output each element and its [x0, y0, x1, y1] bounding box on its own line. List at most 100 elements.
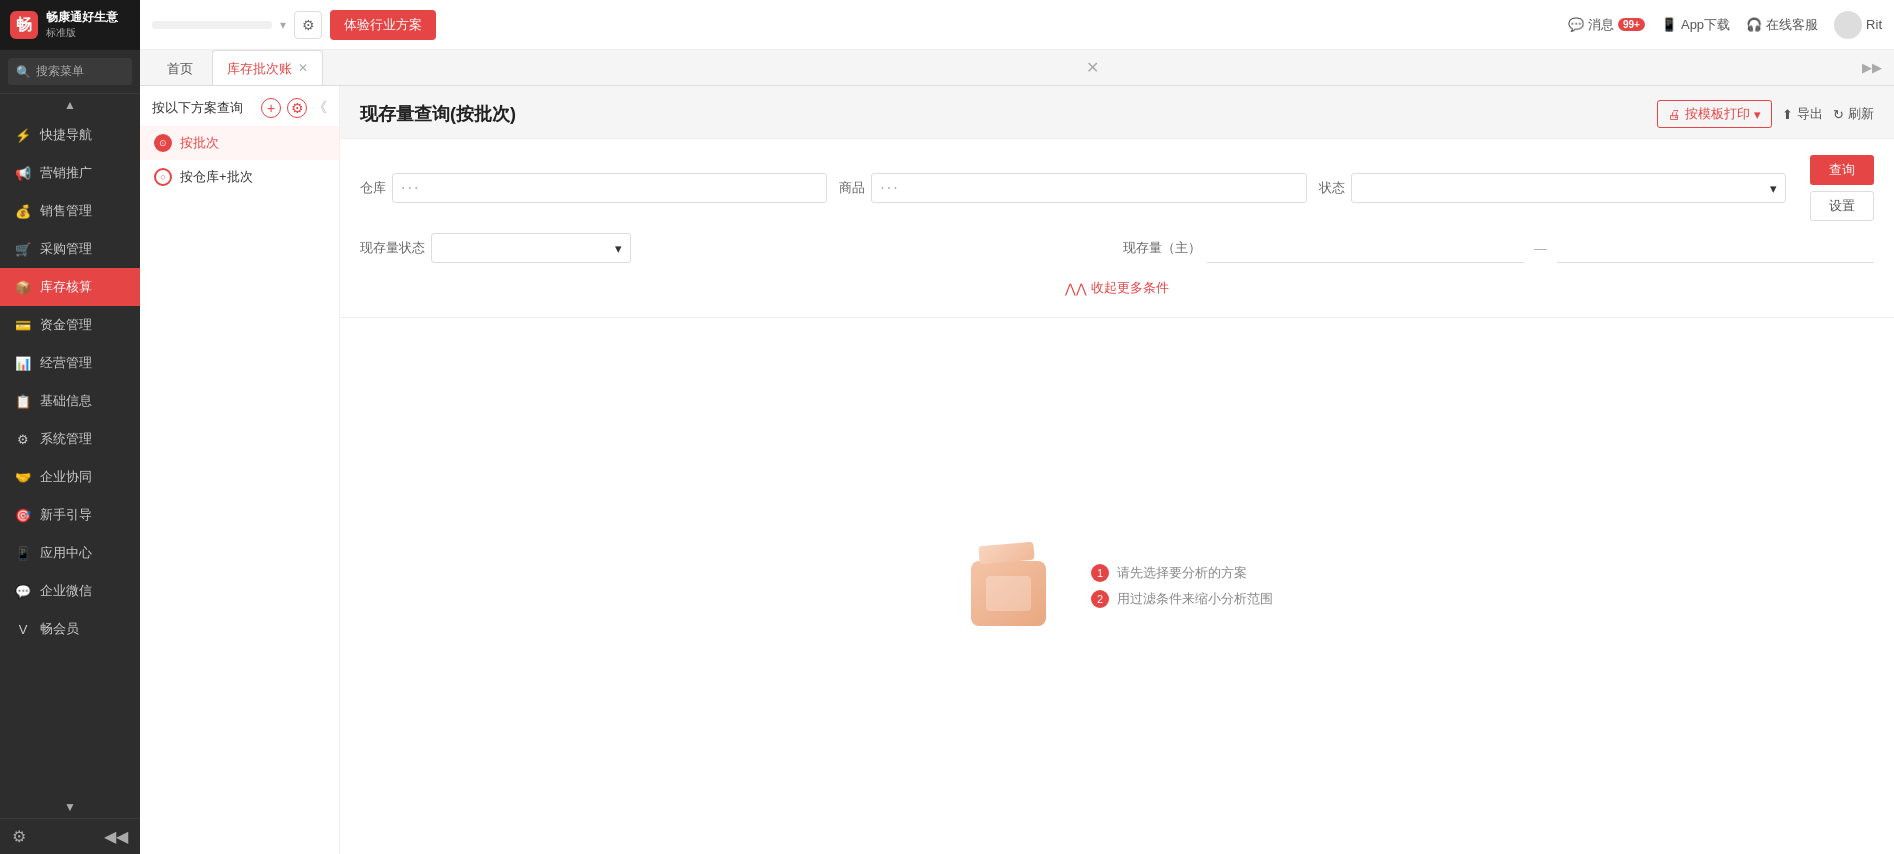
- left-panel-actions: + ⚙ 《: [261, 98, 327, 118]
- stock-status-select[interactable]: ▾: [431, 233, 631, 263]
- status-label: 状态: [1319, 179, 1345, 197]
- guide-icon: 🎯: [14, 506, 32, 524]
- collapse-up-icon: ⋀⋀: [1065, 281, 1087, 296]
- hint-text-1: 请先选择要分析的方案: [1117, 564, 1247, 582]
- sales-icon: 💰: [14, 202, 32, 220]
- trial-btn[interactable]: 体验行业方案: [330, 10, 436, 40]
- settings-button[interactable]: ⚙: [12, 827, 26, 846]
- sidebar: 畅 畅康通好生意 标准版 🔍 搜索菜单 ▲ ⚡ 快捷导航 📢 营销推广 💰 销售…: [0, 0, 140, 854]
- empty-hint-1: 1 请先选择要分析的方案: [1091, 564, 1273, 582]
- tab-inventory-batch[interactable]: 库存批次账 ✕: [212, 50, 323, 85]
- product-input[interactable]: ···: [871, 173, 1306, 203]
- column-settings-button[interactable]: 设置: [1810, 191, 1874, 221]
- sidebar-item-inventory[interactable]: 📦 库存核算: [0, 268, 140, 306]
- scroll-down-button[interactable]: ▼: [0, 796, 140, 818]
- online-service-button[interactable]: 🎧 在线客服: [1746, 16, 1818, 34]
- sidebar-item-guide[interactable]: 🎯 新手引导: [0, 496, 140, 534]
- left-panel-header: 按以下方案查询 + ⚙ 《: [140, 98, 339, 126]
- print-button[interactable]: 🖨 按模板打印 ▾: [1657, 100, 1772, 128]
- stock-qty-separator: —: [1530, 241, 1551, 256]
- stock-status-dropdown-icon: ▾: [615, 241, 622, 256]
- sidebar-header: 畅 畅康通好生意 标准版: [0, 0, 140, 50]
- page-title: 现存量查询(按批次): [360, 102, 516, 126]
- content-area: 按以下方案查询 + ⚙ 《 ⊙ 按批次 ○ 按仓库+批次 现存量查询(按批次): [140, 86, 1894, 854]
- wechat-icon: 💬: [14, 582, 32, 600]
- product-placeholder: ···: [880, 179, 899, 197]
- basic-icon: 📋: [14, 392, 32, 410]
- enterprise-icon: 🤝: [14, 468, 32, 486]
- tab-close-button[interactable]: ✕: [298, 62, 308, 74]
- add-scheme-button[interactable]: +: [261, 98, 281, 118]
- message-icon: 💬: [1568, 17, 1584, 32]
- export-icon: ⬆: [1782, 107, 1793, 122]
- tab-home[interactable]: 首页: [152, 50, 208, 85]
- left-panel: 按以下方案查询 + ⚙ 《 ⊙ 按批次 ○ 按仓库+批次: [140, 86, 340, 854]
- sidebar-nav: ⚡ 快捷导航 📢 营销推广 💰 销售管理 🛒 采购管理 📦 库存核算 💳 资金管…: [0, 116, 140, 796]
- sidebar-item-system[interactable]: ⚙ 系统管理: [0, 420, 140, 458]
- breadcrumb: [152, 21, 272, 29]
- app-center-icon: 📱: [14, 544, 32, 562]
- sidebar-item-wechat[interactable]: 💬 企业微信: [0, 572, 140, 610]
- warehouse-label: 仓库: [360, 179, 386, 197]
- warehouse-placeholder: ···: [401, 179, 420, 197]
- topbar: ▾ ⚙ 体验行业方案 💬 消息 99+ 📱 App下载 🎧 在线客服 Rit: [140, 0, 1894, 50]
- export-button[interactable]: ⬆ 导出: [1782, 105, 1823, 123]
- scheme-settings-button[interactable]: ⚙: [287, 98, 307, 118]
- app-download-button[interactable]: 📱 App下载: [1661, 16, 1730, 34]
- collapse-more-button[interactable]: ⋀⋀ 收起更多条件: [360, 275, 1874, 301]
- app-logo: 畅: [10, 11, 38, 39]
- stock-qty-min-input[interactable]: [1207, 233, 1524, 263]
- sidebar-item-app-center[interactable]: 📱 应用中心: [0, 534, 140, 572]
- sidebar-item-member[interactable]: V 畅会员: [0, 610, 140, 648]
- inventory-icon: 📦: [14, 278, 32, 296]
- product-label: 商品: [839, 179, 865, 197]
- app-title-wrap: 畅康通好生意 标准版: [46, 10, 118, 40]
- tab-panel-expand-button[interactable]: ▶▶: [1862, 60, 1882, 75]
- tab-panel-close-button[interactable]: ✕: [1086, 58, 1099, 77]
- filter-row-2: 现存量状态 ▾ 现存量（主） —: [360, 233, 1874, 263]
- stock-qty-max-input[interactable]: [1557, 233, 1874, 263]
- system-icon: ⚙: [14, 430, 32, 448]
- sidebar-item-finance[interactable]: 💳 资金管理: [0, 306, 140, 344]
- app-subtitle: 标准版: [46, 26, 118, 40]
- refresh-button[interactable]: ↻ 刷新: [1833, 105, 1874, 123]
- sidebar-footer: ⚙ ◀◀: [0, 818, 140, 854]
- status-dropdown-icon: ▾: [1770, 181, 1777, 196]
- collapse-sidebar-button[interactable]: ◀◀: [104, 827, 128, 846]
- status-select[interactable]: ▾: [1351, 173, 1786, 203]
- purchase-icon: 🛒: [14, 240, 32, 258]
- quick-nav-icon: ⚡: [14, 126, 32, 144]
- hint-num-2: 2: [1091, 590, 1109, 608]
- sidebar-item-enterprise[interactable]: 🤝 企业协同: [0, 458, 140, 496]
- settings-gear-button[interactable]: ⚙: [294, 11, 322, 39]
- search-menu-button[interactable]: 🔍 搜索菜单: [8, 58, 132, 85]
- stock-status-label: 现存量状态: [360, 239, 425, 257]
- action-btns: 查询 设置: [1798, 155, 1874, 221]
- scheme-item-batch[interactable]: ⊙ 按批次: [140, 126, 339, 160]
- sidebar-item-sales[interactable]: 💰 销售管理: [0, 192, 140, 230]
- scheme-item-warehouse-batch[interactable]: ○ 按仓库+批次: [140, 160, 339, 194]
- sidebar-item-purchase[interactable]: 🛒 采购管理: [0, 230, 140, 268]
- sidebar-item-marketing[interactable]: 📢 营销推广: [0, 154, 140, 192]
- scroll-up-button[interactable]: ▲: [0, 94, 140, 116]
- tabbar: 首页 库存批次账 ✕ ✕ ▶▶: [140, 50, 1894, 86]
- avatar: [1834, 11, 1862, 39]
- refresh-icon: ↻: [1833, 107, 1844, 122]
- query-button[interactable]: 查询: [1810, 155, 1874, 185]
- right-panel: 现存量查询(按批次) 🖨 按模板打印 ▾ ⬆ 导出 ↻ 刷新: [340, 86, 1894, 854]
- message-button[interactable]: 💬 消息 99+: [1568, 16, 1645, 34]
- main-area: ▾ ⚙ 体验行业方案 💬 消息 99+ 📱 App下载 🎧 在线客服 Rit: [140, 0, 1894, 854]
- stock-status-filter-group: 现存量状态 ▾: [360, 233, 1111, 263]
- collapse-left-panel-button[interactable]: 《: [313, 98, 327, 118]
- app-download-icon: 📱: [1661, 17, 1677, 32]
- sidebar-item-operation[interactable]: 📊 经营管理: [0, 344, 140, 382]
- finance-icon: 💳: [14, 316, 32, 334]
- printer-icon: 🖨: [1668, 107, 1681, 122]
- sidebar-item-basic[interactable]: 📋 基础信息: [0, 382, 140, 420]
- empty-illustration: [961, 536, 1061, 636]
- print-dropdown-icon: ▾: [1754, 107, 1761, 122]
- topbar-right: 💬 消息 99+ 📱 App下载 🎧 在线客服 Rit: [1568, 11, 1882, 39]
- sidebar-item-quick-nav[interactable]: ⚡ 快捷导航: [0, 116, 140, 154]
- warehouse-input[interactable]: ···: [392, 173, 827, 203]
- user-avatar-area[interactable]: Rit: [1834, 11, 1882, 39]
